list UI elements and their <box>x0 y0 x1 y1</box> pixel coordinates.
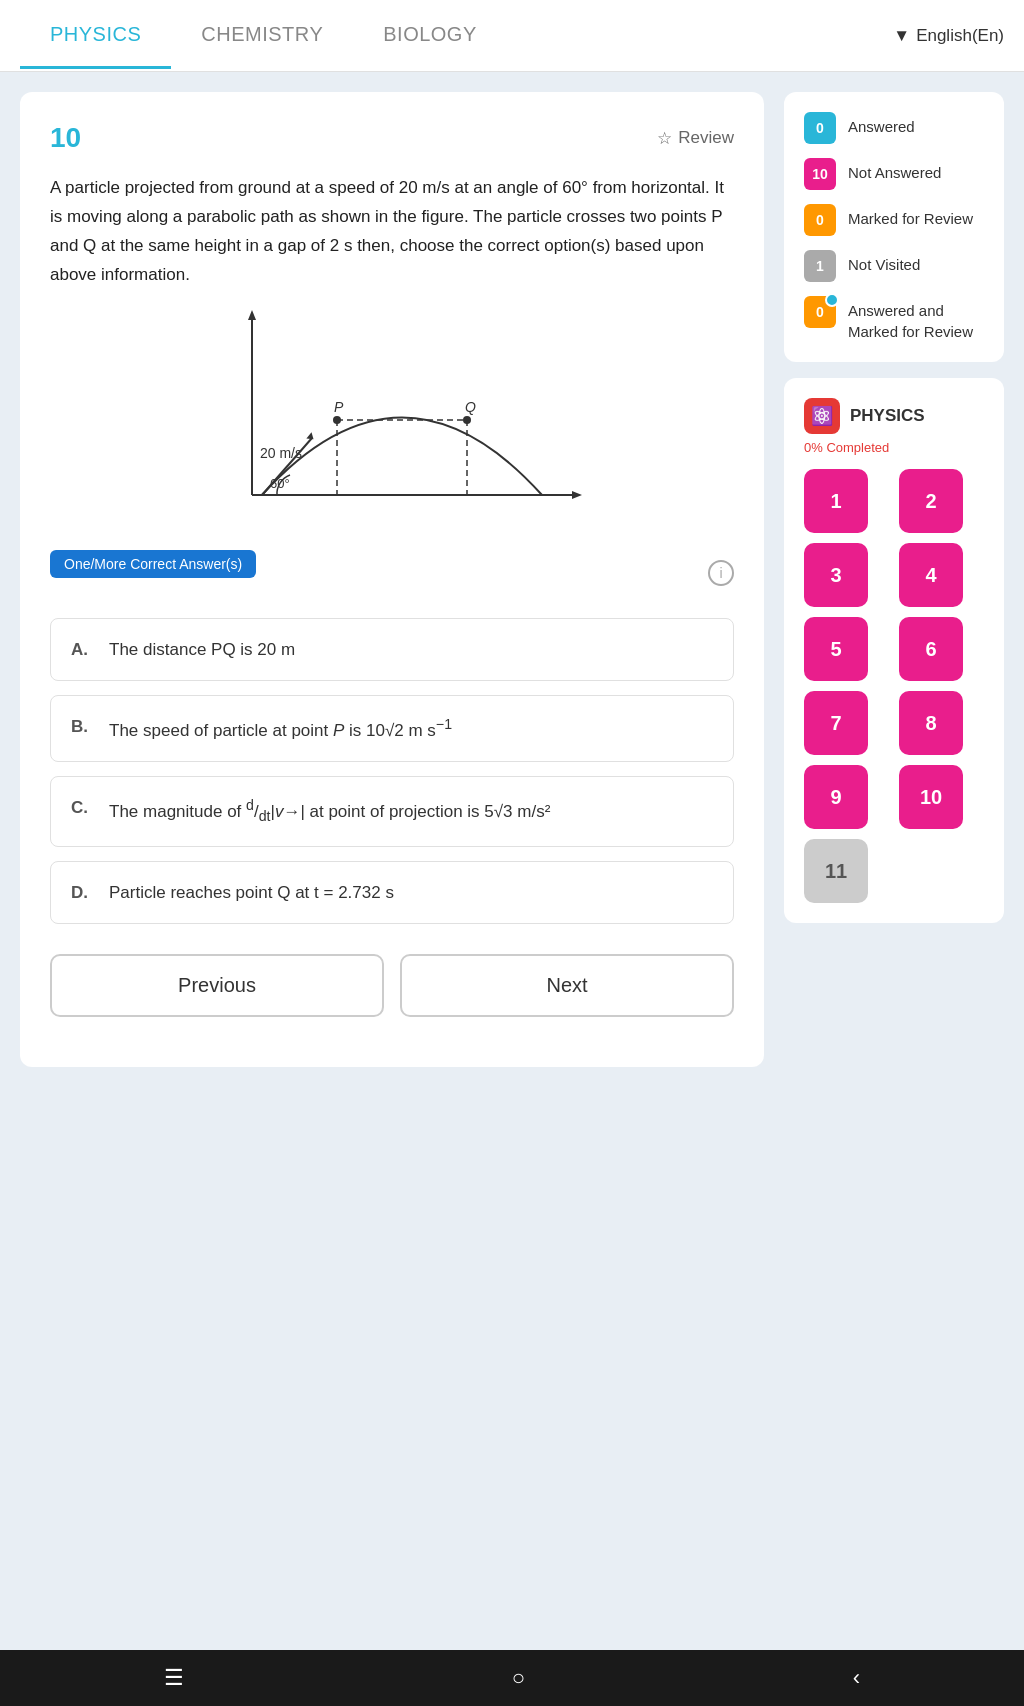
not-answered-badge: 10 <box>804 158 836 190</box>
subject-card: ⚛️ PHYSICS 0% Completed 1 2 3 4 5 6 7 8 … <box>784 378 1004 923</box>
option-d[interactable]: D. Particle reaches point Q at t = 2.732… <box>50 861 734 925</box>
q-btn-2[interactable]: 2 <box>899 469 963 533</box>
main-layout: 10 ☆ Review A particle projected from gr… <box>0 72 1024 1087</box>
answer-type-badge: One/More Correct Answer(s) <box>50 550 256 578</box>
q-btn-7[interactable]: 7 <box>804 691 868 755</box>
review-button[interactable]: ☆ Review <box>657 128 734 149</box>
tab-chemistry[interactable]: CHEMISTRY <box>171 3 353 69</box>
legend-not-answered: 10 Not Answered <box>804 158 984 190</box>
svg-marker-3 <box>248 310 256 320</box>
top-navigation: PHYSICS CHEMISTRY BIOLOGY ▼ English(En) <box>0 0 1024 72</box>
marked-review-label: Marked for Review <box>848 204 973 229</box>
subject-header: ⚛️ PHYSICS <box>804 398 984 434</box>
tab-biology[interactable]: BIOLOGY <box>353 3 507 69</box>
q-btn-11[interactable]: 11 <box>804 839 868 903</box>
answered-marked-label: Answered and Marked for Review <box>848 296 984 342</box>
option-c-text: The magnitude of d/dt|v→| at point of pr… <box>109 795 550 827</box>
option-b[interactable]: B. The speed of particle at point P is 1… <box>50 695 734 762</box>
q-btn-9[interactable]: 9 <box>804 765 868 829</box>
q-btn-6[interactable]: 6 <box>899 617 963 681</box>
legend-answered-marked: 0 Answered and Marked for Review <box>804 296 984 342</box>
not-visited-label: Not Visited <box>848 250 920 275</box>
svg-marker-1 <box>572 491 582 499</box>
next-button[interactable]: Next <box>400 954 734 1017</box>
answer-type-row: One/More Correct Answer(s) i <box>50 550 734 598</box>
not-answered-label: Not Answered <box>848 158 941 183</box>
language-selector[interactable]: ▼ English(En) <box>893 26 1004 46</box>
option-a-text: The distance PQ is 20 m <box>109 637 295 663</box>
subject-name: PHYSICS <box>850 406 925 426</box>
q-btn-4[interactable]: 4 <box>899 543 963 607</box>
legend-marked-review: 0 Marked for Review <box>804 204 984 236</box>
question-header: 10 ☆ Review <box>50 122 734 154</box>
chevron-down-icon: ▼ <box>893 26 910 46</box>
previous-button[interactable]: Previous <box>50 954 384 1017</box>
answered-label: Answered <box>848 112 915 137</box>
legend-card: 0 Answered 10 Not Answered 0 Marked for … <box>784 92 1004 362</box>
svg-text:P: P <box>334 399 344 415</box>
star-icon: ☆ <box>657 128 672 149</box>
diagram-container: P Q 20 m/s 60° <box>50 310 734 530</box>
svg-text:Q: Q <box>465 399 476 415</box>
nav-buttons: Previous Next <box>50 924 734 1037</box>
answered-badge: 0 <box>804 112 836 144</box>
bottom-navigation-bar: ☰ ○ ‹ <box>0 1650 1024 1706</box>
subject-tabs: PHYSICS CHEMISTRY BIOLOGY <box>20 3 893 69</box>
info-icon[interactable]: i <box>708 560 734 586</box>
option-b-text: The speed of particle at point P is 10√2… <box>109 714 452 743</box>
marked-review-badge: 0 <box>804 204 836 236</box>
legend-not-visited: 1 Not Visited <box>804 250 984 282</box>
sidebar: 0 Answered 10 Not Answered 0 Marked for … <box>784 92 1004 923</box>
menu-icon[interactable]: ☰ <box>164 1665 184 1691</box>
question-number: 10 <box>50 122 81 154</box>
question-text: A particle projected from ground at a sp… <box>50 174 734 290</box>
option-a[interactable]: A. The distance PQ is 20 m <box>50 618 734 682</box>
answered-marked-badge: 0 <box>804 296 836 328</box>
q-btn-1[interactable]: 1 <box>804 469 868 533</box>
svg-text:20 m/s: 20 m/s <box>260 445 302 461</box>
physics-icon: ⚛️ <box>804 398 840 434</box>
q-btn-3[interactable]: 3 <box>804 543 868 607</box>
legend-answered: 0 Answered <box>804 112 984 144</box>
option-c-label: C. <box>71 795 95 821</box>
q-btn-8[interactable]: 8 <box>899 691 963 755</box>
not-visited-badge: 1 <box>804 250 836 282</box>
option-c[interactable]: C. The magnitude of d/dt|v→| at point of… <box>50 776 734 846</box>
option-d-label: D. <box>71 880 95 906</box>
option-d-text: Particle reaches point Q at t = 2.732 s <box>109 880 394 906</box>
trajectory-diagram: P Q 20 m/s 60° <box>202 310 582 530</box>
q-btn-10[interactable]: 10 <box>899 765 963 829</box>
question-panel: 10 ☆ Review A particle projected from gr… <box>20 92 764 1067</box>
progress-text: 0% Completed <box>804 440 984 455</box>
home-icon[interactable]: ○ <box>512 1665 525 1691</box>
tab-physics[interactable]: PHYSICS <box>20 3 171 69</box>
option-a-label: A. <box>71 637 95 663</box>
back-icon[interactable]: ‹ <box>853 1665 860 1691</box>
options-list: A. The distance PQ is 20 m B. The speed … <box>50 618 734 924</box>
option-b-label: B. <box>71 714 95 740</box>
svg-marker-12 <box>306 432 316 442</box>
question-grid: 1 2 3 4 5 6 7 8 9 10 11 <box>804 469 984 903</box>
q-btn-5[interactable]: 5 <box>804 617 868 681</box>
svg-text:60°: 60° <box>270 476 290 491</box>
